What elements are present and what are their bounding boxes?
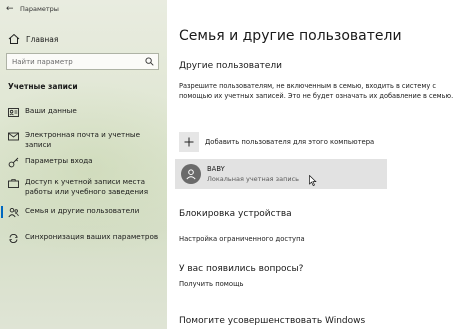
questions-header: У вас появились вопросы? (179, 264, 304, 274)
add-user-label: Добавить пользователя для этого компьюте… (205, 138, 375, 146)
section-header-accounts: Учетные записи (8, 82, 78, 91)
sidebar-item-your-info[interactable]: Ваши данные (8, 106, 166, 118)
sidebar-item-sign-in-options[interactable]: Параметры входа (8, 156, 166, 168)
sidebar-item-work-school[interactable]: Доступ к учетной записи места работы или… (8, 177, 166, 197)
assigned-access-link[interactable]: Настройка ограниченного доступа (179, 235, 305, 243)
sidebar-item-label: Доступ к учетной записи места работы или… (25, 177, 149, 196)
sidebar-item-label: Параметры входа (25, 156, 93, 165)
sidebar-item-sync[interactable]: Синхронизация ваших параметров (8, 232, 166, 244)
home-icon (8, 33, 20, 44)
other-users-description: Разрешите пользователям, не включенным в… (179, 82, 454, 100)
user-account-type: Локальная учетная запись (207, 175, 299, 183)
user-avatar-icon (186, 169, 196, 180)
user-card[interactable]: BABY Локальная учетная запись (175, 159, 387, 189)
sidebar-item-email[interactable]: Электронная почта и учетные записи (8, 130, 166, 150)
sidebar-item-label: Ваши данные (25, 106, 77, 115)
back-arrow-icon[interactable]: ← (6, 4, 20, 14)
key-icon (8, 157, 19, 168)
search-input[interactable]: Найти параметр (6, 53, 159, 70)
sidebar-item-label: Синхронизация ваших параметров (25, 232, 159, 241)
main-content: Семья и другие пользователи Другие польз… (167, 0, 474, 329)
mouse-cursor-icon (309, 175, 317, 186)
sidebar-item-label: Электронная почта и учетные записи (25, 130, 141, 149)
avatar (181, 164, 201, 184)
page-title: Семья и другие пользователи (179, 28, 402, 44)
user-name: BABY (207, 165, 225, 173)
get-help-link[interactable]: Получить помощь (179, 280, 244, 288)
sync-icon (9, 234, 18, 243)
search-placeholder: Найти параметр (12, 57, 73, 66)
window-title: Параметры (20, 5, 59, 13)
lockdown-header: Блокировка устройства (179, 209, 292, 219)
add-user-box (179, 132, 199, 152)
search-icon[interactable] (145, 57, 154, 66)
nav-home-label: Главная (26, 34, 59, 44)
titlebar: ← Параметры (6, 3, 59, 15)
mail-icon (8, 132, 19, 141)
sidebar-item-family[interactable]: Семья и другие пользователи (1, 206, 166, 218)
user-info: BABY Локальная учетная запись (207, 164, 299, 184)
sidebar: ← Параметры Главная Найти параметр Учетн… (0, 0, 167, 329)
briefcase-icon (8, 179, 19, 188)
people-icon (8, 207, 19, 218)
other-users-header: Другие пользователи (179, 61, 282, 71)
plus-icon (184, 137, 194, 147)
user-card-icon (8, 108, 19, 117)
improve-windows-header: Помогите усовершенствовать Windows (179, 316, 366, 326)
nav-home[interactable]: Главная (8, 33, 58, 45)
sidebar-item-label: Семья и другие пользователи (25, 206, 140, 215)
add-user-button[interactable]: Добавить пользователя для этого компьюте… (179, 132, 374, 152)
